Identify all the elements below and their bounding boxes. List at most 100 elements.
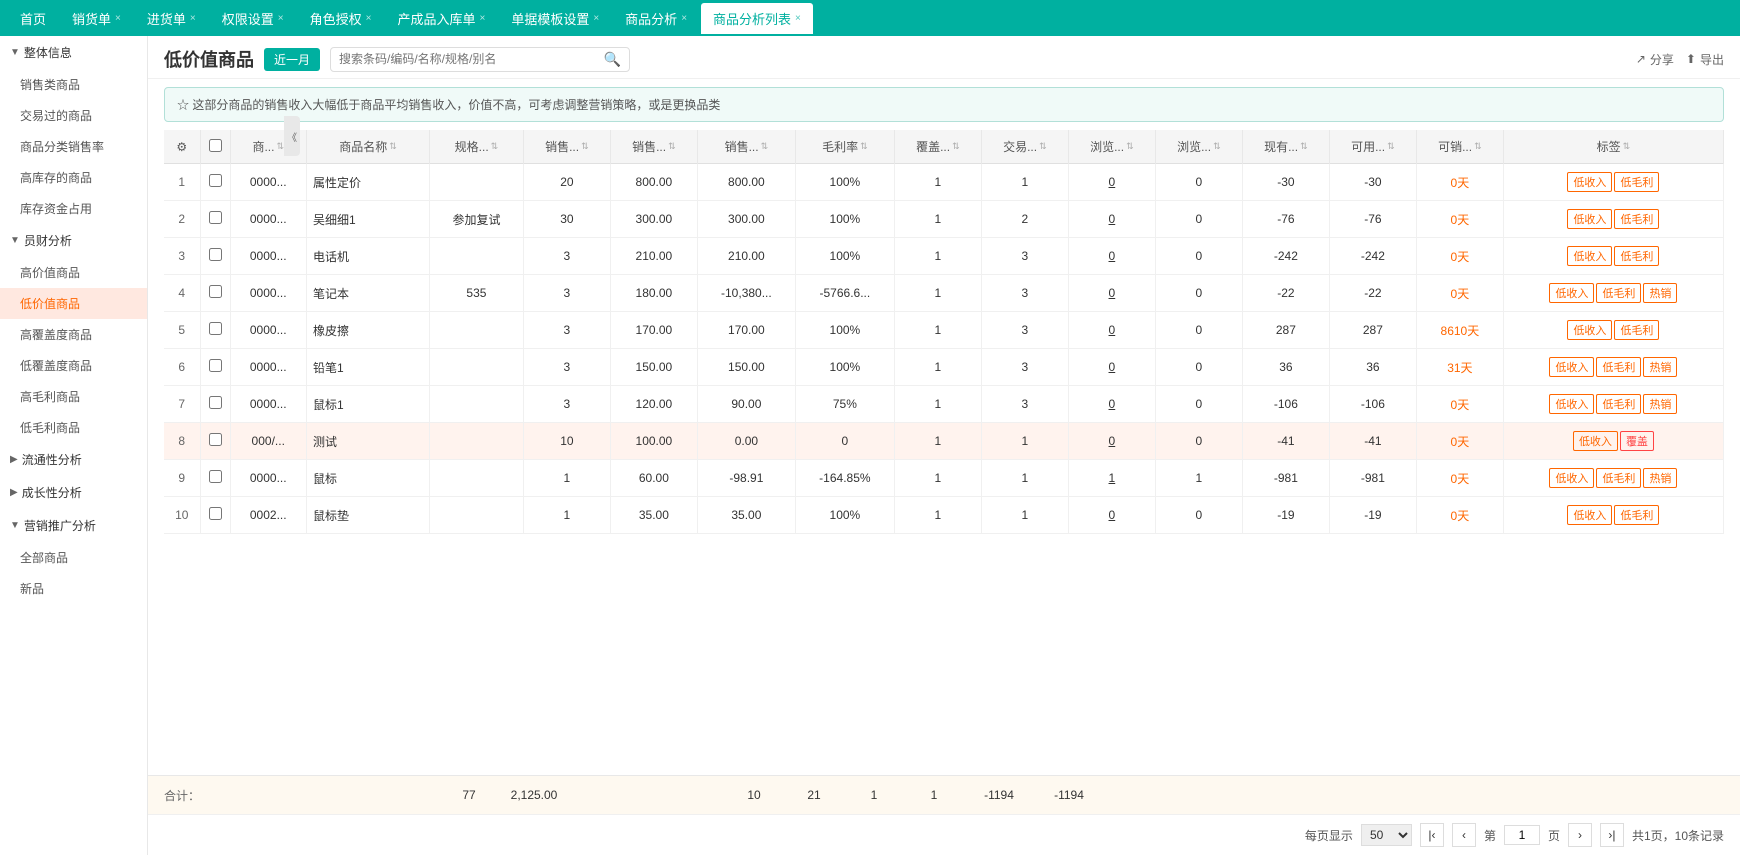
sidebar-item-low-margin[interactable]: 低毛利商品	[0, 412, 147, 443]
sidebar-group-liquidity[interactable]: ▶ 流通性分析	[0, 443, 147, 476]
export-button[interactable]: ⬆ 导出	[1686, 51, 1724, 68]
browse-link[interactable]: 0	[1109, 212, 1116, 226]
nav-permission-settings[interactable]: 权限设置 ×	[210, 3, 296, 34]
sidebar-item-stock-capital[interactable]: 库存资金占用	[0, 193, 147, 224]
col-transaction[interactable]: 交易... ⇅	[981, 130, 1068, 164]
row-checkbox[interactable]	[209, 248, 222, 261]
cell-current: -41	[1242, 423, 1329, 460]
browse-link[interactable]: 0	[1109, 249, 1116, 263]
time-filter-button[interactable]: 近一月	[264, 48, 320, 71]
nav-sales-order[interactable]: 销货单 ×	[60, 3, 133, 34]
next-page-button[interactable]: ›	[1568, 823, 1592, 847]
row-checkbox[interactable]	[209, 211, 222, 224]
sidebar-group-marketing[interactable]: ▼ 营销推广分析	[0, 509, 147, 542]
sidebar-collapse-button[interactable]: 《	[284, 116, 300, 156]
nav-purchase-order-close[interactable]: ×	[190, 13, 196, 24]
col-sales3[interactable]: 销售... ⇅	[697, 130, 795, 164]
page-number-input[interactable]	[1504, 825, 1540, 845]
col-current[interactable]: 现有... ⇅	[1242, 130, 1329, 164]
col-sales1[interactable]: 销售... ⇅	[523, 130, 610, 164]
sidebar-item-high-coverage[interactable]: 高覆盖度商品	[0, 319, 147, 350]
page-size-select[interactable]: 50 100	[1361, 824, 1412, 846]
sidebar-item-low-value[interactable]: 低价值商品	[0, 288, 147, 319]
sidebar-item-traded-goods[interactable]: 交易过的商品	[0, 100, 147, 131]
nav-purchase-order[interactable]: 进货单 ×	[135, 3, 208, 34]
browse-link[interactable]: 0	[1109, 323, 1116, 337]
row-checkbox[interactable]	[209, 396, 222, 409]
sidebar-item-category-sales[interactable]: 商品分类销售率	[0, 131, 147, 162]
col-browse1[interactable]: 浏览... ⇅	[1068, 130, 1155, 164]
browse-link[interactable]: 0	[1109, 397, 1116, 411]
nav-home[interactable]: 首页	[8, 3, 58, 34]
browse-link[interactable]: 0	[1109, 434, 1116, 448]
sidebar-group-growth[interactable]: ▶ 成长性分析	[0, 476, 147, 509]
cell-browse1: 0	[1068, 164, 1155, 201]
row-checkbox[interactable]	[209, 174, 222, 187]
row-checkbox[interactable]	[209, 470, 222, 483]
share-button[interactable]: ↗ 分享	[1636, 51, 1674, 68]
nav-sales-order-close[interactable]: ×	[115, 13, 121, 24]
cell-checkbox[interactable]	[200, 423, 230, 460]
nav-product-analysis-close[interactable]: ×	[681, 13, 687, 24]
tag-低毛利: 低毛利	[1614, 209, 1659, 229]
col-settings[interactable]: ⚙	[164, 130, 200, 164]
col-coverage[interactable]: 覆盖... ⇅	[894, 130, 981, 164]
search-input[interactable]	[339, 52, 598, 66]
sidebar-item-sales-goods[interactable]: 销售类商品	[0, 69, 147, 100]
browse-link[interactable]: 0	[1109, 175, 1116, 189]
nav-template-close[interactable]: ×	[593, 13, 599, 24]
sidebar-item-all-goods[interactable]: 全部商品	[0, 542, 147, 573]
nav-product-list-close[interactable]: ×	[795, 13, 801, 24]
prev-page-button[interactable]: ‹	[1452, 823, 1476, 847]
sidebar-group-overall[interactable]: ▼ 整体信息	[0, 36, 147, 69]
col-name[interactable]: 商品名称 ⇅	[306, 130, 429, 164]
cell-checkbox[interactable]	[200, 312, 230, 349]
nav-product-analysis-list[interactable]: 商品分析列表 ×	[701, 3, 813, 34]
nav-role-close[interactable]: ×	[366, 13, 372, 24]
cell-s1: 10	[523, 423, 610, 460]
cell-checkbox[interactable]	[200, 386, 230, 423]
cell-browse1: 0	[1068, 497, 1155, 534]
col-tags[interactable]: 标签 ⇅	[1503, 130, 1723, 164]
browse-link[interactable]: 0	[1109, 508, 1116, 522]
sidebar-item-low-coverage[interactable]: 低覆盖度商品	[0, 350, 147, 381]
col-spec[interactable]: 规格... ⇅	[430, 130, 524, 164]
select-all-checkbox[interactable]	[209, 139, 222, 152]
cell-checkbox[interactable]	[200, 460, 230, 497]
nav-product-close[interactable]: ×	[479, 13, 485, 24]
nav-role-auth[interactable]: 角色授权 ×	[298, 3, 384, 34]
sidebar-group-financial[interactable]: ▼ 员财分析	[0, 224, 147, 257]
nav-template-settings[interactable]: 单据模板设置 ×	[499, 3, 611, 34]
browse-link[interactable]: 1	[1109, 471, 1116, 485]
nav-product-analysis[interactable]: 商品分析 ×	[613, 3, 699, 34]
row-checkbox[interactable]	[209, 433, 222, 446]
row-checkbox[interactable]	[209, 322, 222, 335]
nav-product-instock[interactable]: 产成品入库单 ×	[385, 3, 497, 34]
col-sales2[interactable]: 销售... ⇅	[610, 130, 697, 164]
cell-checkbox[interactable]	[200, 349, 230, 386]
browse-link[interactable]: 0	[1109, 286, 1116, 300]
sidebar-item-new-goods[interactable]: 新品	[0, 573, 147, 604]
nav-permission-close[interactable]: ×	[278, 13, 284, 24]
cell-checkbox[interactable]	[200, 201, 230, 238]
last-page-button[interactable]: ›|	[1600, 823, 1624, 847]
cell-checkbox[interactable]	[200, 238, 230, 275]
cell-checkbox[interactable]	[200, 275, 230, 312]
cell-checkbox[interactable]	[200, 497, 230, 534]
table-container[interactable]: ⚙ 商... ⇅ 商品名称 ⇅ 规格... ⇅ 销售... ⇅ 销售... ⇅ …	[148, 130, 1740, 775]
cell-row-num: 5	[164, 312, 200, 349]
col-gross-rate[interactable]: 毛利率 ⇅	[795, 130, 894, 164]
row-checkbox[interactable]	[209, 285, 222, 298]
search-icon[interactable]: 🔍	[604, 51, 621, 68]
sidebar-item-high-margin[interactable]: 高毛利商品	[0, 381, 147, 412]
col-available[interactable]: 可用... ⇅	[1329, 130, 1416, 164]
col-saleable[interactable]: 可销... ⇅	[1416, 130, 1503, 164]
sidebar-item-high-stock[interactable]: 高库存的商品	[0, 162, 147, 193]
col-browse2[interactable]: 浏览... ⇅	[1155, 130, 1242, 164]
cell-checkbox[interactable]	[200, 164, 230, 201]
first-page-button[interactable]: |‹	[1420, 823, 1444, 847]
row-checkbox[interactable]	[209, 359, 222, 372]
sidebar-item-high-value[interactable]: 高价值商品	[0, 257, 147, 288]
row-checkbox[interactable]	[209, 507, 222, 520]
browse-link[interactable]: 0	[1109, 360, 1116, 374]
